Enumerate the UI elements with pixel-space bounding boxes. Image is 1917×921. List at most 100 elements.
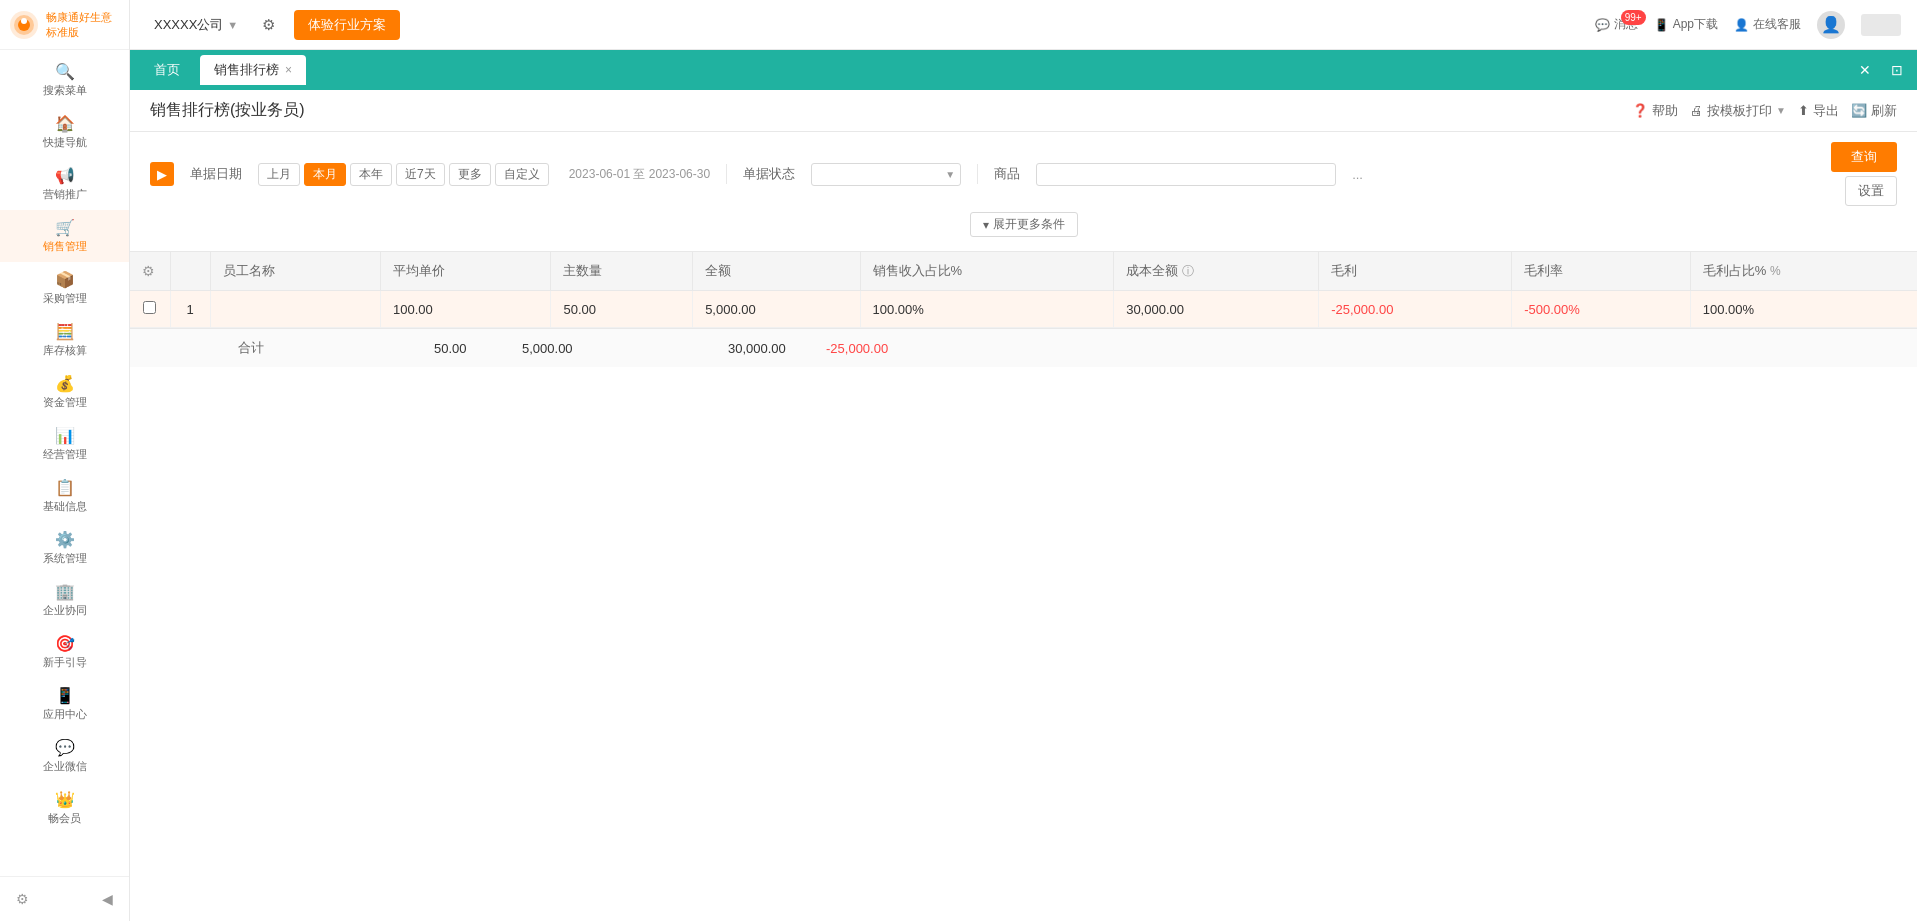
mobile-icon: 📱 <box>55 686 75 705</box>
th-gross-margin: 毛利率 <box>1512 252 1691 291</box>
filter-right-buttons: 查询 设置 <box>1831 142 1897 206</box>
th-cost-amount: 成本全额 ⓘ <box>1114 252 1319 291</box>
gross-pct-info-icon[interactable]: % <box>1770 264 1781 278</box>
td-amount: 5,000.00 <box>693 291 860 328</box>
date-btn-this-year[interactable]: 本年 <box>350 163 392 186</box>
app-download-button[interactable]: 📱 App下载 <box>1654 16 1718 33</box>
cost-info-icon[interactable]: ⓘ <box>1182 264 1194 278</box>
export-button[interactable]: ⬆ 导出 <box>1798 102 1839 120</box>
goods-select-container <box>1036 163 1336 186</box>
table-footer: 合计 50.00 5,000.00 30,000.00 -25,000.00 <box>130 328 1917 367</box>
settings-button[interactable]: ⚙ <box>8 885 36 913</box>
expand-label: 展开更多条件 <box>993 216 1065 233</box>
print-button[interactable]: 🖨 按模板打印 ▼ <box>1690 102 1786 120</box>
date-filter-label: 单据日期 <box>190 165 242 183</box>
more-placeholder: ... <box>1352 167 1363 182</box>
sidebar-item-wechat[interactable]: 💬 企业微信 <box>0 730 129 782</box>
tab-home[interactable]: 首页 <box>138 55 196 85</box>
app-logo-icon <box>8 9 40 41</box>
topbar-settings-button[interactable]: ⚙ <box>254 11 282 39</box>
filter-expand-toggle[interactable]: ▶ <box>150 162 174 186</box>
sidebar-item-marketing[interactable]: 📢 营销推广 <box>0 158 129 210</box>
td-checkbox <box>130 291 170 328</box>
date-btn-7days[interactable]: 近7天 <box>396 163 445 186</box>
sidebar-item-sales[interactable]: 🛒 销售管理 <box>0 210 129 262</box>
notification-badge: 99+ <box>1621 10 1646 25</box>
tab-close-icon[interactable]: × <box>285 63 292 77</box>
refresh-button[interactable]: 🔄 刷新 <box>1851 102 1897 120</box>
sidebar-item-guide[interactable]: 🎯 新手引导 <box>0 626 129 678</box>
tabs-window-controls: ✕ ⊡ <box>1853 58 1909 82</box>
rank-number: 1 <box>186 302 193 317</box>
sidebar-item-operations[interactable]: 📊 经营管理 <box>0 418 129 470</box>
service-icon: 👤 <box>1734 18 1749 32</box>
date-btn-custom[interactable]: 自定义 <box>495 163 549 186</box>
clipboard-icon: 📋 <box>55 478 75 497</box>
sidebar-item-label: 基础信息 <box>43 499 87 514</box>
notification-button[interactable]: 💬 消息 99+ <box>1595 16 1638 33</box>
date-btn-more[interactable]: 更多 <box>449 163 491 186</box>
building-icon: 🏢 <box>55 582 75 601</box>
date-btn-this-month[interactable]: 本月 <box>304 163 346 186</box>
sidebar-item-enterprise[interactable]: 🏢 企业协同 <box>0 574 129 626</box>
goods-input[interactable] <box>1036 163 1336 186</box>
sidebar-item-purchase[interactable]: 📦 采购管理 <box>0 262 129 314</box>
tab-sales-ranking[interactable]: 销售排行榜 × <box>200 55 306 85</box>
collapse-button[interactable]: ◀ <box>93 885 121 913</box>
sidebar-item-label: 资金管理 <box>43 395 87 410</box>
td-gross-margin: -500.00% <box>1512 291 1691 328</box>
goods-filter-label: 商品 <box>994 165 1020 183</box>
filter-settings-button[interactable]: 设置 <box>1845 176 1897 206</box>
window-close-button[interactable]: ✕ <box>1853 58 1877 82</box>
th-gross-profit: 毛利 <box>1319 252 1512 291</box>
sidebar-item-member[interactable]: 👑 畅会员 <box>0 782 129 834</box>
sidebar-item-label: 销售管理 <box>43 239 87 254</box>
expand-conditions-button[interactable]: ▾ 展开更多条件 <box>970 212 1078 237</box>
trial-button[interactable]: 体验行业方案 <box>294 10 400 40</box>
sidebar-item-label: 营销推广 <box>43 187 87 202</box>
help-button[interactable]: ❓ 帮助 <box>1632 102 1678 120</box>
filter-divider <box>726 164 727 184</box>
crown-icon: 👑 <box>55 790 75 809</box>
td-gross-pct: 100.00% <box>1690 291 1917 328</box>
sidebar-item-label: 应用中心 <box>43 707 87 722</box>
column-settings-icon[interactable]: ⚙ <box>142 263 155 279</box>
print-icon: 🖨 <box>1690 103 1703 118</box>
sidebar-item-app-center[interactable]: 📱 应用中心 <box>0 678 129 730</box>
sidebar-item-shortcut[interactable]: 🏠 快捷导航 <box>0 106 129 158</box>
home-icon: 🏠 <box>55 114 75 133</box>
footer-qty: 50.00 <box>434 341 514 356</box>
sidebar-bottom: ⚙ ◀ <box>0 876 129 921</box>
window-maximize-button[interactable]: ⊡ <box>1885 58 1909 82</box>
company-selector[interactable]: XXXXX公司 ▼ <box>146 12 246 38</box>
user-avatar[interactable]: 👤 <box>1817 11 1845 39</box>
online-service-button[interactable]: 👤 在线客服 <box>1734 16 1801 33</box>
app-name: 畅康通好生意 标准版 <box>46 10 112 39</box>
sidebar-item-basic-info[interactable]: 📋 基础信息 <box>0 470 129 522</box>
megaphone-icon: 📢 <box>55 166 75 185</box>
sidebar-item-label: 经营管理 <box>43 447 87 462</box>
status-select[interactable] <box>811 163 961 186</box>
sidebar-item-search[interactable]: 🔍 搜索菜单 <box>0 54 129 106</box>
th-settings: ⚙ <box>130 252 170 291</box>
date-btn-last-month[interactable]: 上月 <box>258 163 300 186</box>
sidebar-item-label: 系统管理 <box>43 551 87 566</box>
sidebar-item-finance[interactable]: 💰 资金管理 <box>0 366 129 418</box>
date-range-text: 2023-06-01 至 2023-06-30 <box>569 166 710 183</box>
calculator-icon: 🧮 <box>55 322 75 341</box>
status-select-container: ▼ <box>811 163 961 186</box>
sidebar-item-label: 快捷导航 <box>43 135 87 150</box>
sidebar-item-label: 搜索菜单 <box>43 83 87 98</box>
table-row: 1 100.00 50.00 5,000.00 100.00% 30,000.0… <box>130 291 1917 328</box>
sidebar-item-system[interactable]: ⚙️ 系统管理 <box>0 522 129 574</box>
table-body: 1 100.00 50.00 5,000.00 100.00% 30,000.0… <box>130 291 1917 328</box>
chart-icon: 📊 <box>55 426 75 445</box>
app-download-label: App下载 <box>1673 16 1718 33</box>
avatar-icon: 👤 <box>1821 15 1841 34</box>
sidebar-item-inventory[interactable]: 🧮 库存核算 <box>0 314 129 366</box>
row-checkbox[interactable] <box>143 301 156 314</box>
help-label: 帮助 <box>1652 102 1678 120</box>
th-amount: 全额 <box>693 252 860 291</box>
query-button[interactable]: 查询 <box>1831 142 1897 172</box>
td-gross-profit: -25,000.00 <box>1319 291 1512 328</box>
